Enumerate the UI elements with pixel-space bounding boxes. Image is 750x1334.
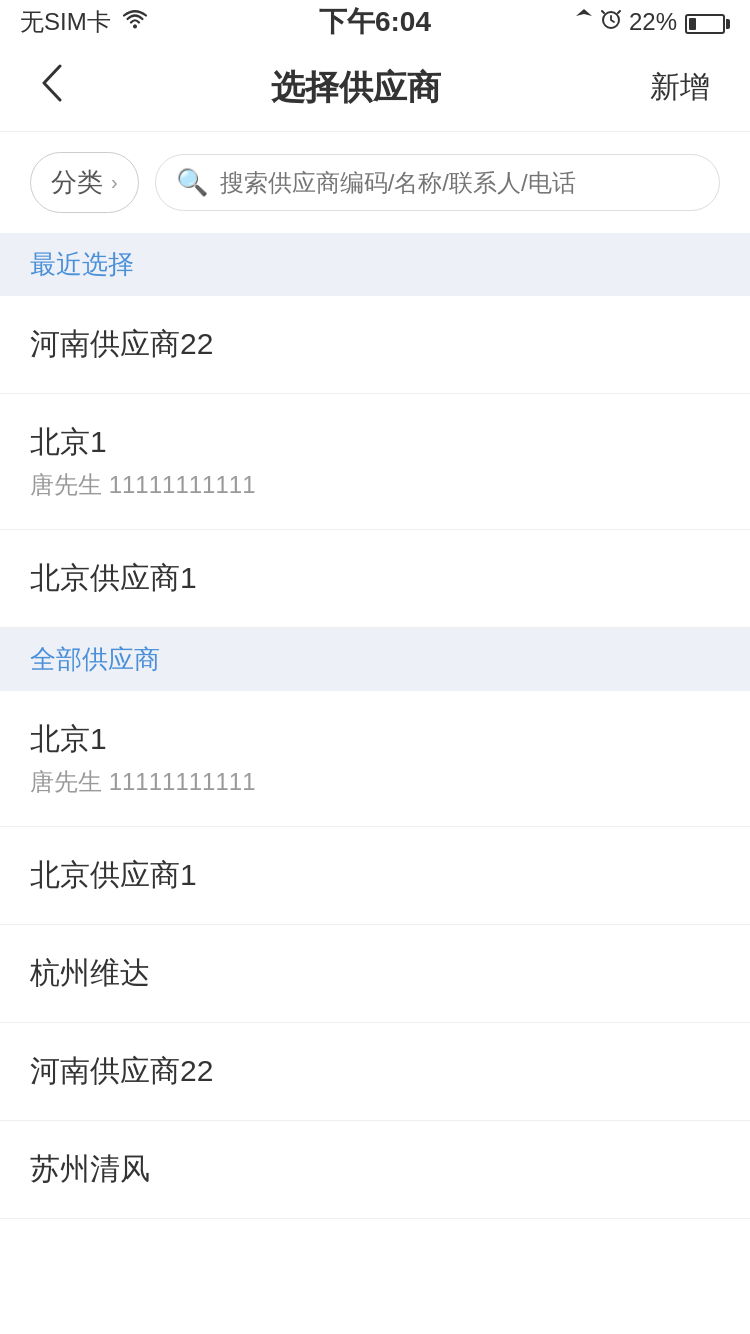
list-item[interactable]: 北京供应商1 <box>0 530 750 628</box>
recent-section-label: 最近选择 <box>30 249 134 279</box>
battery-percent: 22% <box>629 8 677 36</box>
list-item[interactable]: 北京1 唐先生 11111111111 <box>0 691 750 827</box>
search-input[interactable] <box>220 169 699 197</box>
recent-list: 河南供应商22 北京1 唐先生 11111111111 北京供应商1 <box>0 296 750 628</box>
item-name: 北京供应商1 <box>30 855 720 896</box>
location-icon <box>575 8 593 36</box>
chevron-right-icon: › <box>111 171 118 194</box>
status-right: 22% <box>575 8 730 36</box>
status-bar: 无SIM卡 下午6:04 <box>0 0 750 44</box>
back-button[interactable] <box>30 54 72 121</box>
all-section-label: 全部供应商 <box>30 644 160 674</box>
status-time: 下午6:04 <box>319 3 431 41</box>
search-area: 分类 › 🔍 <box>0 132 750 233</box>
battery-icon <box>685 8 730 36</box>
wifi-icon <box>121 8 149 36</box>
alarm-icon <box>601 8 621 36</box>
category-label: 分类 <box>51 165 103 200</box>
list-item[interactable]: 北京供应商1 <box>0 827 750 925</box>
list-item[interactable]: 河南供应商22 <box>0 296 750 394</box>
item-name: 杭州维达 <box>30 953 720 994</box>
list-item[interactable]: 杭州维达 <box>0 925 750 1023</box>
item-name: 北京1 <box>30 719 720 760</box>
status-left: 无SIM卡 <box>20 6 149 38</box>
add-button[interactable]: 新增 <box>640 57 720 118</box>
item-sub: 唐先生 11111111111 <box>30 469 720 501</box>
recent-section-header: 最近选择 <box>0 233 750 296</box>
svg-point-0 <box>133 25 137 29</box>
item-name: 北京供应商1 <box>30 558 720 599</box>
item-name: 苏州清风 <box>30 1149 720 1190</box>
carrier-label: 无SIM卡 <box>20 6 111 38</box>
list-item[interactable]: 北京1 唐先生 11111111111 <box>0 394 750 530</box>
search-input-wrap: 🔍 <box>155 154 720 211</box>
all-section-header: 全部供应商 <box>0 628 750 691</box>
nav-title: 选择供应商 <box>271 65 441 111</box>
category-button[interactable]: 分类 › <box>30 152 139 213</box>
item-name: 河南供应商22 <box>30 1051 720 1092</box>
item-sub: 唐先生 11111111111 <box>30 766 720 798</box>
nav-bar: 选择供应商 新增 <box>0 44 750 132</box>
item-name: 北京1 <box>30 422 720 463</box>
all-list: 北京1 唐先生 11111111111 北京供应商1 杭州维达河南供应商22 苏州清风 <box>0 691 750 1219</box>
list-item[interactable]: 苏州清风 <box>0 1121 750 1219</box>
item-name: 河南供应商22 <box>30 324 720 365</box>
search-icon: 🔍 <box>176 167 208 198</box>
list-item[interactable]: 河南供应商22 <box>0 1023 750 1121</box>
